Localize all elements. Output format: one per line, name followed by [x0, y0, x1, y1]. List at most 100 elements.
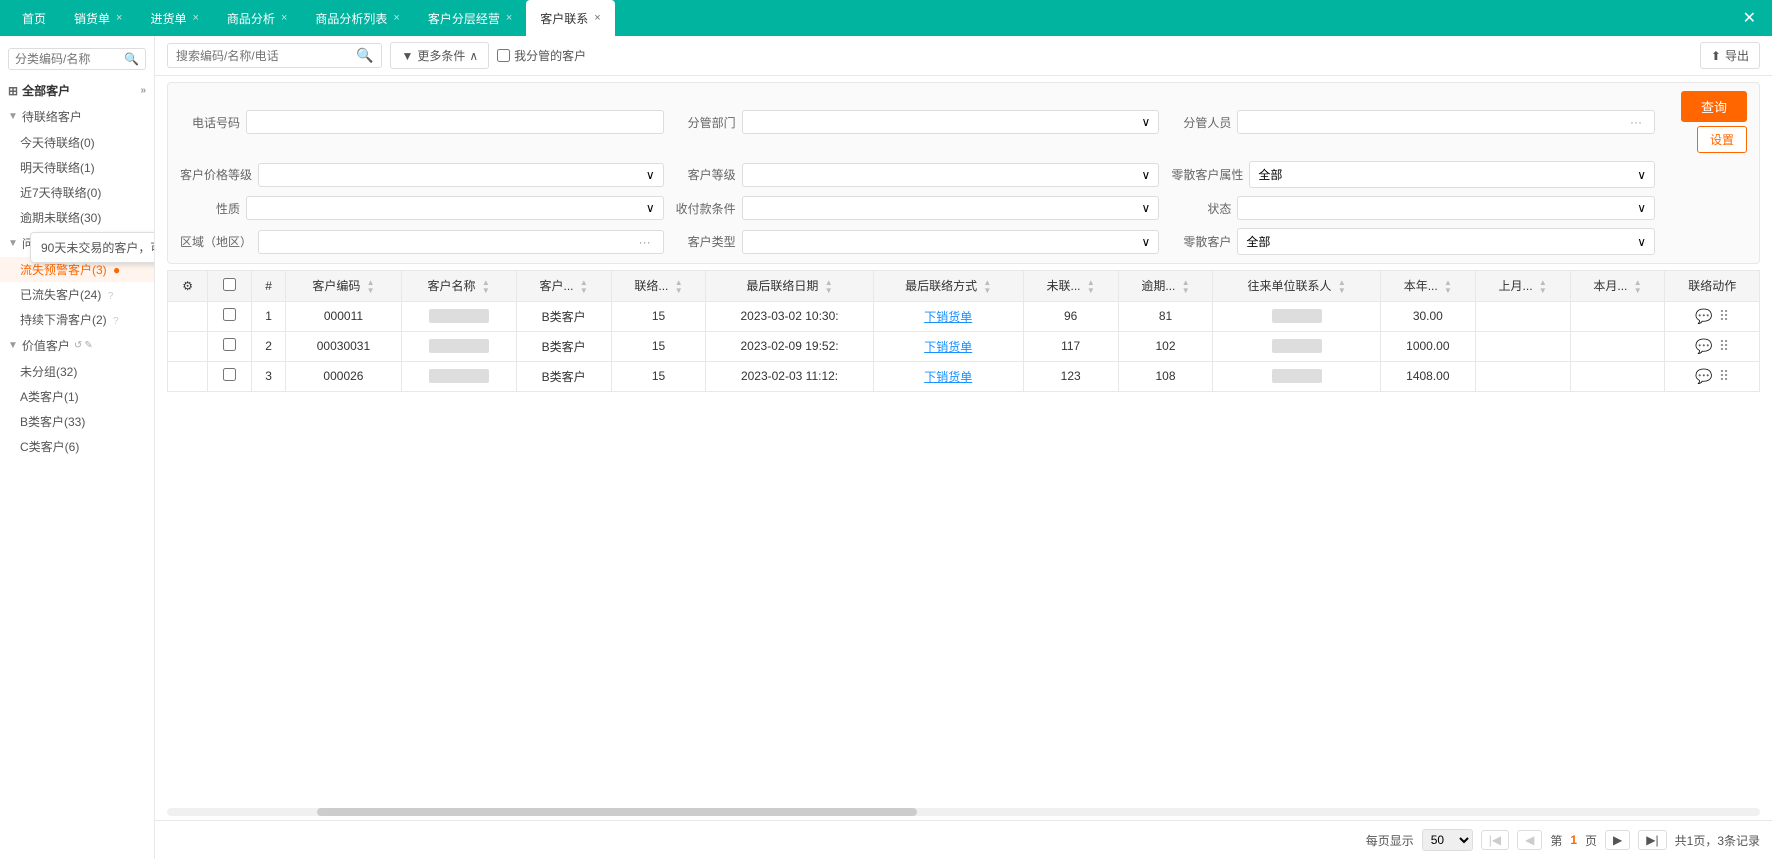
col-not-contacted[interactable]: 未联... ▲▼ [1023, 271, 1118, 302]
row-last-contact-way[interactable]: 下销货单 [873, 331, 1023, 361]
row-checkbox-1[interactable] [223, 338, 236, 351]
sidebar-all-customers[interactable]: ⊞ 全部客户 » [0, 78, 154, 103]
col-overdue[interactable]: 逾期... ▲▼ [1118, 271, 1213, 302]
col-this-month[interactable]: 本月... ▲▼ [1570, 271, 1665, 302]
row-more-icon[interactable]: ⠿ [1719, 368, 1729, 385]
dept-select[interactable]: ∨ [742, 110, 1160, 134]
row-chat-icon[interactable]: 💬 [1695, 368, 1712, 385]
row-checkbox-cell[interactable] [208, 331, 252, 361]
row-contact: 15 [611, 331, 706, 361]
row-chat-icon[interactable]: 💬 [1695, 308, 1712, 325]
row-code: 000011 [286, 301, 401, 331]
filter-nature: 性质 ∨ [180, 196, 664, 220]
close-tab-customer-contact[interactable]: × [594, 12, 600, 24]
phone-input[interactable] [246, 110, 664, 134]
row-more-icon[interactable]: ⠿ [1719, 308, 1729, 325]
tab-purchase-order[interactable]: 进货单 × [136, 0, 212, 36]
tab-home[interactable]: 首页 [8, 0, 60, 36]
price-level-select[interactable]: ∨ [258, 163, 664, 187]
row-last-contact-way[interactable]: 下销货单 [873, 361, 1023, 391]
filter-zero-attr: 零散客户属性 全部 ∨ [1171, 161, 1655, 188]
sidebar-group-value[interactable]: ▼ 价值客户 ↺ ✎ [0, 332, 154, 359]
tab-customer-layered[interactable]: 客户分层经营 × [414, 0, 526, 36]
row-checkbox-cell[interactable] [208, 301, 252, 331]
sidebar-group-pending[interactable]: ▼ 待联络客户 [0, 103, 154, 130]
row-more-icon[interactable]: ⠿ [1719, 338, 1729, 355]
zero-customer-select[interactable]: 全部 ∨ [1237, 228, 1655, 255]
sidebar-item-churned[interactable]: 已流失客户(24) ? [0, 282, 154, 307]
row-overdue: 81 [1118, 301, 1213, 331]
sidebar-item-class-c[interactable]: C类客户(6) [0, 434, 154, 459]
col-unit-contact[interactable]: 往来单位联系人 ▲▼ [1213, 271, 1381, 302]
problem-group-tooltip: 90天未交易的客户，可能有流失风险。 [30, 232, 155, 263]
row-checkbox-cell[interactable] [208, 361, 252, 391]
row-checkbox-2[interactable] [223, 368, 236, 381]
row-checkbox-0[interactable] [223, 308, 236, 321]
query-button[interactable]: 查询 [1681, 91, 1747, 122]
customer-level-select[interactable]: ∨ [742, 163, 1160, 187]
col-last-contact-date[interactable]: 最后联络日期 ▲▼ [706, 271, 873, 302]
horizontal-scrollbar[interactable] [167, 808, 1760, 816]
sidebar-search-input[interactable] [15, 52, 124, 66]
row-last-contact-way[interactable]: 下销货单 [873, 301, 1023, 331]
search-input[interactable] [176, 49, 356, 63]
close-tab-purchase-order[interactable]: × [192, 12, 198, 24]
per-page-select[interactable]: 50 100 200 [1422, 829, 1473, 851]
first-page-button[interactable]: |◀ [1481, 830, 1509, 850]
col-type[interactable]: 客户... ▲▼ [516, 271, 611, 302]
more-filter-button[interactable]: ▼ 更多条件 ∧ [390, 42, 489, 69]
tab-customer-contact[interactable]: 客户联系 × [526, 0, 614, 36]
select-all-checkbox[interactable] [223, 278, 236, 291]
last-page-button[interactable]: ▶| [1638, 830, 1666, 850]
col-settings[interactable]: ⚙ [168, 271, 208, 302]
close-tab-product-analysis[interactable]: × [281, 12, 287, 24]
scrollbar-thumb[interactable] [317, 808, 917, 816]
contact-way-link[interactable]: 下销货单 [924, 310, 972, 324]
close-tab-product-analysis-list[interactable]: × [393, 12, 399, 24]
sidebar-item-ungrouped[interactable]: 未分组(32) [0, 359, 154, 384]
manager-select[interactable]: ··· [1237, 110, 1655, 134]
tab-sales-order[interactable]: 销货单 × [60, 0, 136, 36]
col-last-contact-way[interactable]: 最后联络方式 ▲▼ [873, 271, 1023, 302]
tab-product-analysis[interactable]: 商品分析 × [213, 0, 301, 36]
tab-product-analysis-list[interactable]: 商品分析列表 × [301, 0, 413, 36]
region-select[interactable]: ··· [258, 230, 664, 254]
col-contact[interactable]: 联络... ▲▼ [611, 271, 706, 302]
col-code[interactable]: 客户编码 ▲▼ [286, 271, 401, 302]
window-close-button[interactable]: ✕ [1735, 4, 1764, 32]
contact-way-link[interactable]: 下销货单 [924, 340, 972, 354]
prev-page-button[interactable]: ◀ [1517, 830, 1542, 850]
contact-way-link[interactable]: 下销货单 [924, 370, 972, 384]
sidebar-item-overdue[interactable]: 逾期未联络(30) [0, 205, 154, 230]
sidebar-item-today[interactable]: 今天待联络(0) [0, 130, 154, 155]
col-name[interactable]: 客户名称 ▲▼ [401, 271, 516, 302]
row-actions: 💬 ⠿ [1665, 361, 1760, 391]
row-type: B类客户 [516, 301, 611, 331]
close-tab-customer-layered[interactable]: × [506, 12, 512, 24]
export-button[interactable]: ⬆ 导出 [1700, 42, 1760, 69]
row-chat-icon[interactable]: 💬 [1695, 338, 1712, 355]
row-name [401, 331, 516, 361]
col-action: 联络动作 [1665, 271, 1760, 302]
next-page-button[interactable]: ▶ [1605, 830, 1630, 850]
zero-attr-select[interactable]: 全部 ∨ [1249, 161, 1655, 188]
my-customers-checkbox[interactable] [497, 49, 510, 62]
row-last-month [1475, 301, 1570, 331]
my-customers-checkbox-label[interactable]: 我分管的客户 [497, 47, 586, 64]
customer-type-select[interactable]: ∨ [742, 230, 1160, 254]
col-this-year[interactable]: 本年... ▲▼ [1380, 271, 1475, 302]
sidebar-item-declining[interactable]: 持续下滑客户(2) ? [0, 307, 154, 332]
status-select[interactable]: ∨ [1237, 196, 1655, 220]
close-tab-sales-order[interactable]: × [116, 12, 122, 24]
search-button[interactable]: 🔍 [356, 47, 373, 64]
sidebar-item-class-a[interactable]: A类客户(1) [0, 384, 154, 409]
nature-select[interactable]: ∨ [246, 196, 664, 220]
payment-select[interactable]: ∨ [742, 196, 1160, 220]
col-last-month[interactable]: 上月... ▲▼ [1475, 271, 1570, 302]
sidebar-item-class-b[interactable]: B类客户(33) [0, 409, 154, 434]
sidebar-item-7days[interactable]: 近7天待联络(0) [0, 180, 154, 205]
chevron-up-icon: ∧ [469, 49, 478, 63]
col-checkbox[interactable] [208, 271, 252, 302]
sidebar-item-tomorrow[interactable]: 明天待联络(1) [0, 155, 154, 180]
settings-button[interactable]: 设置 [1697, 126, 1747, 153]
